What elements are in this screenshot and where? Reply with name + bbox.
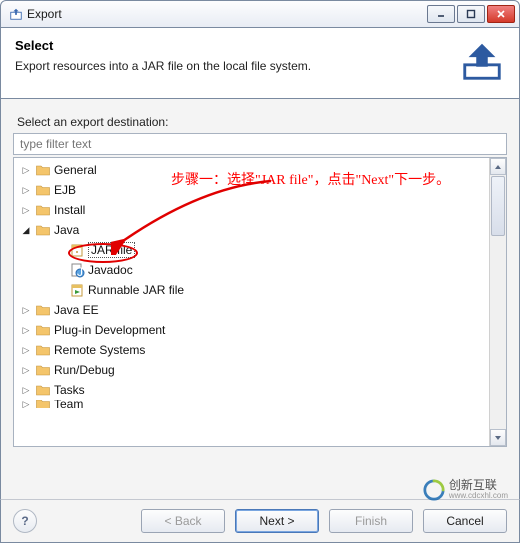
wizard-footer: ? < Back Next > Finish Cancel	[0, 499, 520, 543]
folder-icon	[35, 362, 51, 378]
tree-item-label: Tasks	[54, 383, 85, 397]
folder-icon	[35, 182, 51, 198]
tree-item-label: General	[54, 163, 97, 177]
next-button[interactable]: Next >	[235, 509, 319, 533]
destination-tree[interactable]: ▷General▷EJB▷Install◢Java▷JAR file▷JJava…	[14, 158, 506, 446]
filter-input[interactable]	[13, 133, 507, 155]
close-button[interactable]	[487, 5, 515, 23]
javadoc-icon: J	[69, 262, 85, 278]
export-banner-icon	[459, 38, 505, 84]
folder-icon	[35, 302, 51, 318]
collapse-icon[interactable]: ◢	[20, 225, 32, 236]
back-button[interactable]: < Back	[141, 509, 225, 533]
expand-icon[interactable]: ▷	[20, 165, 32, 176]
folder-icon	[35, 322, 51, 338]
cancel-button[interactable]: Cancel	[423, 509, 507, 533]
wizard-header: Select Export resources into a JAR file …	[0, 28, 520, 99]
jar-icon	[69, 242, 85, 258]
finish-button[interactable]: Finish	[329, 509, 413, 533]
scroll-thumb[interactable]	[491, 176, 505, 236]
tree-item[interactable]: ▷ Run/Debug	[14, 360, 506, 380]
scroll-up-button[interactable]	[490, 158, 506, 175]
tree-item-label: Install	[54, 203, 85, 217]
page-title: Select	[15, 38, 451, 53]
tree-item[interactable]: ▷ Remote Systems	[14, 340, 506, 360]
titlebar: Export	[0, 0, 520, 28]
expand-icon[interactable]: ▷	[20, 205, 32, 216]
tree-item[interactable]: ▷JAR file	[14, 240, 506, 260]
scrollbar[interactable]	[489, 158, 506, 446]
tree-item[interactable]: ▷ EJB	[14, 180, 506, 200]
window-title: Export	[27, 7, 425, 21]
tree-item[interactable]: ▷ Team	[14, 400, 506, 408]
tree-item-label: Remote Systems	[54, 343, 145, 357]
tree-item-label: Plug-in Development	[54, 323, 165, 337]
tree-item[interactable]: ▷JJavadoc	[14, 260, 506, 280]
folder-icon	[35, 202, 51, 218]
tree-item-label: JAR file	[88, 242, 135, 258]
tree-item-label: EJB	[54, 183, 76, 197]
expand-icon[interactable]: ▷	[20, 400, 32, 408]
destination-label: Select an export destination:	[17, 115, 503, 129]
expand-icon[interactable]: ▷	[20, 325, 32, 336]
minimize-button[interactable]	[427, 5, 455, 23]
scroll-track[interactable]	[490, 237, 506, 429]
expand-icon[interactable]: ▷	[20, 365, 32, 376]
tree-item-label: Java EE	[54, 303, 99, 317]
tree-item-label: Team	[54, 400, 83, 408]
tree-item[interactable]: ▷ Plug-in Development	[14, 320, 506, 340]
tree-item[interactable]: ▷ General	[14, 160, 506, 180]
tree-item[interactable]: ▷ Java EE	[14, 300, 506, 320]
tree-item-label: Javadoc	[88, 263, 133, 277]
maximize-button[interactable]	[457, 5, 485, 23]
page-description: Export resources into a JAR file on the …	[15, 59, 451, 73]
expand-icon[interactable]: ▷	[20, 185, 32, 196]
expand-icon[interactable]: ▷	[20, 385, 32, 396]
wizard-body: Select an export destination: ▷ General ▷ E…	[0, 99, 520, 542]
svg-text:J: J	[77, 265, 83, 278]
tree-item-label: Java	[54, 223, 79, 237]
folder-icon	[35, 222, 51, 238]
scroll-down-button[interactable]	[490, 429, 506, 446]
tree-container: ▷General▷EJB▷Install◢Java▷JAR file▷JJava…	[13, 157, 507, 447]
tree-item[interactable]: ▷ Tasks	[14, 380, 506, 400]
tree-item[interactable]: ▷Runnable JAR file	[14, 280, 506, 300]
runjar-icon	[69, 282, 85, 298]
folder-icon	[35, 400, 51, 408]
expand-icon[interactable]: ▷	[20, 345, 32, 356]
help-button[interactable]: ?	[13, 509, 37, 533]
tree-item[interactable]: ▷ Install	[14, 200, 506, 220]
tree-item-label: Run/Debug	[54, 363, 115, 377]
folder-icon	[35, 162, 51, 178]
export-wizard-icon	[9, 7, 23, 21]
folder-icon	[35, 382, 51, 398]
tree-item[interactable]: ◢ Java	[14, 220, 506, 240]
folder-icon	[35, 342, 51, 358]
tree-item-label: Runnable JAR file	[88, 283, 184, 297]
expand-icon[interactable]: ▷	[20, 305, 32, 316]
